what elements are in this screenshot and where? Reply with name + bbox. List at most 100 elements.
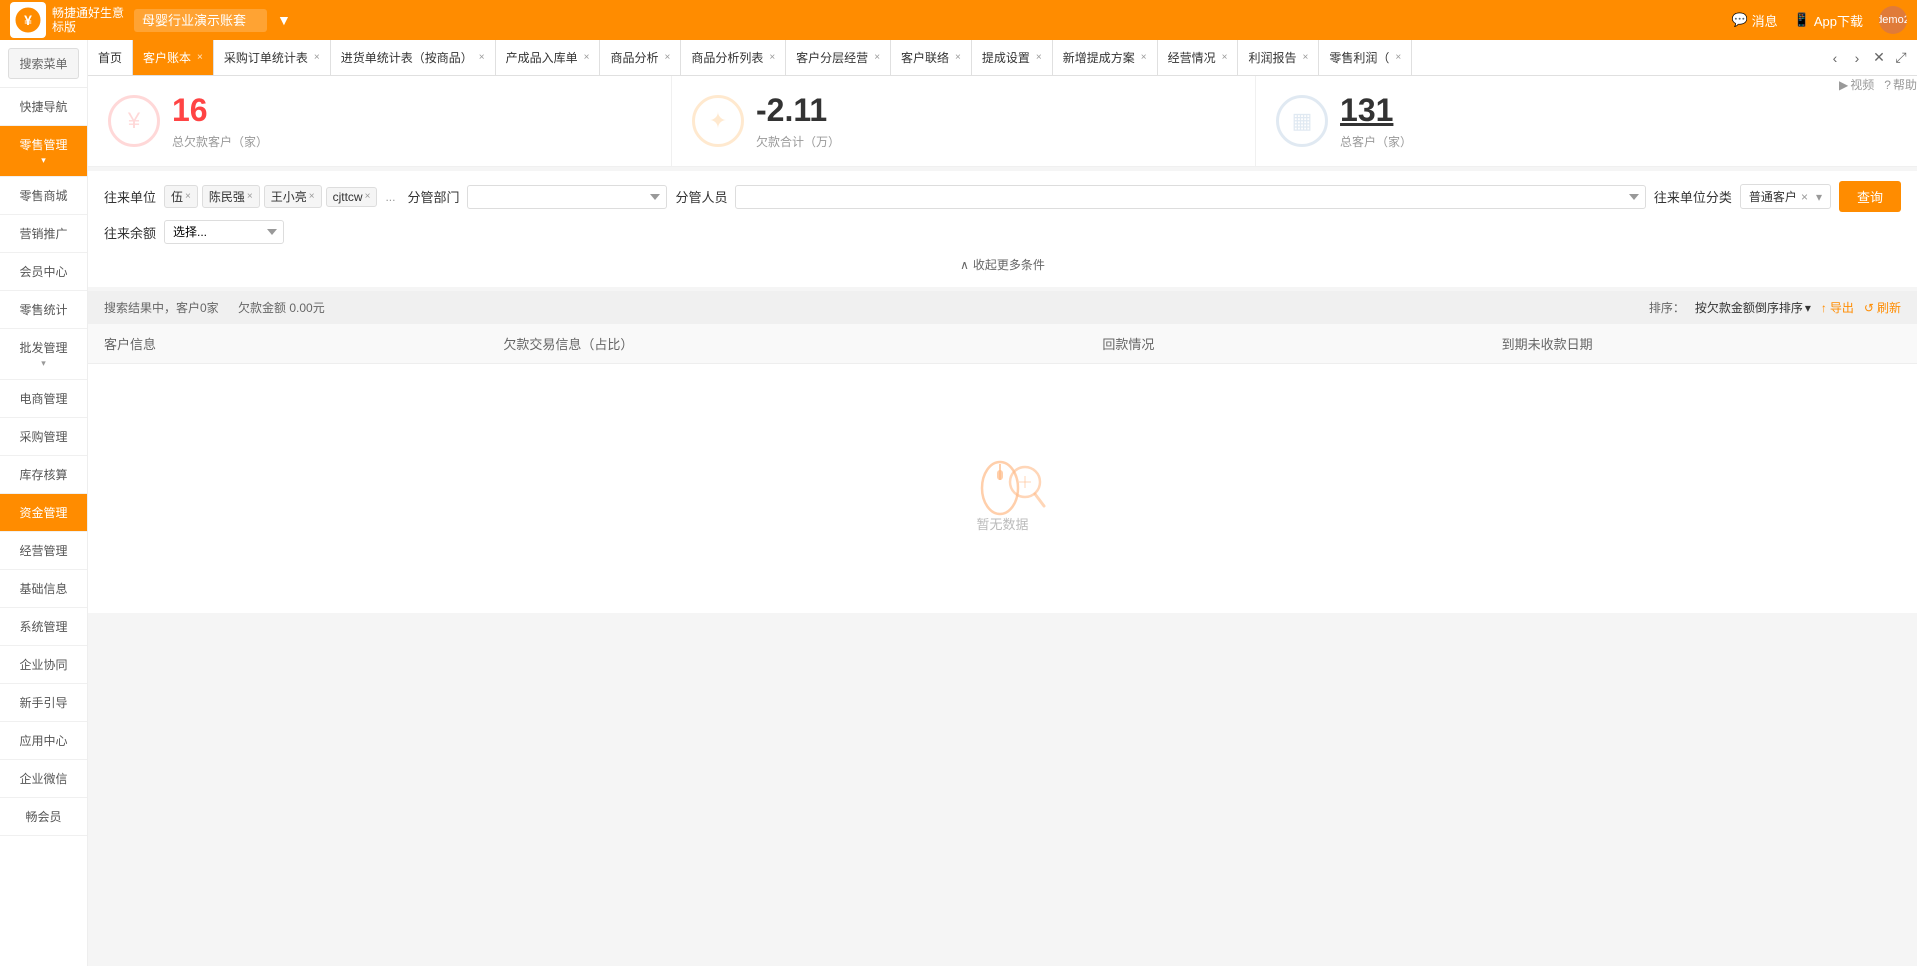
basic-label: 基础信息 (19, 580, 67, 597)
tab-goods-analysis[interactable]: 商品分析 × (600, 40, 681, 76)
sidebar-item-marketing[interactable]: 营销推广 (0, 215, 87, 253)
sidebar-item-ops[interactable]: 经营管理 (0, 532, 87, 570)
tab-raise-plan[interactable]: 新增提成方案 × (1053, 40, 1158, 76)
sidebar-item-wholesale[interactable]: 批发管理 ▾ (0, 329, 87, 380)
sidebar-item-enterprise[interactable]: 企业协同 (0, 646, 87, 684)
tab-customer-book[interactable]: 客户账本 × (133, 40, 214, 76)
collapse-btn[interactable]: ∧ 收起更多条件 (960, 256, 1045, 273)
refresh-btn[interactable]: ↺ 刷新 (1864, 299, 1901, 316)
tab-purchase-order[interactable]: 采购订单统计表 × (214, 40, 331, 76)
tab-close-goods-analysis-list[interactable]: × (769, 52, 775, 63)
tab-close-retail-profit[interactable]: × (1395, 52, 1401, 63)
tab-close-goods-analysis[interactable]: × (664, 52, 670, 63)
stat-label-customers: 总欠款客户（家） (172, 133, 651, 150)
tab-close-raise-settings[interactable]: × (1036, 52, 1042, 63)
sidebar-item-retail[interactable]: 零售管理 ▾ (0, 126, 87, 177)
tab-inbound-stat[interactable]: 进货单统计表（按商品） × (331, 40, 496, 76)
app-download-btn[interactable]: 📱 App下载 (1794, 11, 1863, 30)
sidebar-item-vip[interactable]: 畅会员 (0, 798, 87, 836)
unit-filter-label: 往来单位 (104, 187, 156, 206)
table-header: 客户信息 欠款交易信息（占比） 回款情况 到期未收款日期 (88, 324, 1917, 364)
tab-expand-btn[interactable]: ⤢ (1891, 48, 1911, 68)
sort-select[interactable]: 按欠款金额倒序排序 ▾ (1695, 299, 1811, 316)
tab-profit-report[interactable]: 利润报告 × (1238, 40, 1319, 76)
stat-info-customers: 16 总欠款客户（家） (172, 92, 651, 150)
sidebar-item-ecom[interactable]: 电商管理 (0, 380, 87, 418)
search-menu-btn[interactable]: 搜索菜单 (8, 48, 79, 79)
user-avatar[interactable]: demo2 (1879, 6, 1907, 34)
sidebar-item-member[interactable]: 会员中心 (0, 253, 87, 291)
sidebar-item-wechat[interactable]: 企业微信 (0, 760, 87, 798)
collapse-label: 收起更多条件 (973, 256, 1045, 273)
export-btn[interactable]: ↑ 导出 (1821, 299, 1854, 316)
tab-goods-analysis-list[interactable]: 商品分析列表 × (681, 40, 786, 76)
video-icon: ▶ (1839, 78, 1848, 92)
person-select[interactable] (735, 185, 1645, 209)
message-icon: 💬 (1731, 12, 1747, 28)
account-selector[interactable]: 母婴行业演示账套 (134, 9, 267, 32)
tab-close-inbound-stat[interactable]: × (479, 52, 485, 63)
data-table: 客户信息 欠款交易信息（占比） 回款情况 到期未收款日期 (88, 324, 1917, 613)
guide-label: 新手引导 (19, 694, 67, 711)
logo-icon: ¥ (10, 2, 46, 38)
tab-close-cost-inbound[interactable]: × (584, 52, 590, 63)
tab-home[interactable]: 首页 (88, 40, 133, 76)
unit-class-tag-close[interactable]: × (1801, 190, 1808, 204)
stats-row: ¥ 16 总欠款客户（家） ✦ -2.11 欠款合计（万） (88, 76, 1917, 167)
filter-tag-wang-close[interactable]: × (309, 191, 315, 202)
filter-tag-chen-close[interactable]: × (247, 191, 253, 202)
filter-tag-wu-text: 伍 (171, 188, 183, 205)
tab-close-biz-status[interactable]: × (1222, 52, 1228, 63)
export-label: 导出 (1830, 299, 1854, 316)
sidebar-item-inventory[interactable]: 库存核算 (0, 456, 87, 494)
tab-cost-inbound[interactable]: 产成品入库单 × (496, 40, 601, 76)
empty-illustration (968, 444, 1038, 514)
tab-customer-segment[interactable]: 客户分层经营 × (786, 40, 891, 76)
tab-scroll-right-btn[interactable]: › (1847, 48, 1867, 68)
video-help-btn[interactable]: ▶ 视频 (1839, 76, 1874, 93)
person-select-wrapper (735, 185, 1645, 209)
tab-retail-profit[interactable]: 零售利润（ × (1319, 40, 1412, 76)
dept-select-wrapper (467, 185, 667, 209)
sidebar-item-retail-shop[interactable]: 零售商城 (0, 177, 87, 215)
finance-label: 资金管理 (19, 504, 67, 521)
tab-customer-contact[interactable]: 客户联络 × (891, 40, 972, 76)
stat-info-amount: -2.11 欠款合计（万） (756, 92, 1235, 150)
unit-class-dropdown-icon[interactable]: ▾ (1816, 190, 1822, 204)
raise-plan-tab-label: 新增提成方案 (1063, 49, 1135, 66)
purchase-label: 采购管理 (19, 428, 67, 445)
filter-more-btn[interactable]: ... (381, 188, 399, 206)
help-label: 帮助 (1893, 76, 1917, 93)
tab-close-profit-report[interactable]: × (1302, 52, 1308, 63)
sidebar-item-quick-nav[interactable]: 快捷导航 (0, 88, 87, 126)
tab-scroll-left-btn[interactable]: ‹ (1825, 48, 1845, 68)
tab-raise-settings[interactable]: 提成设置 × (972, 40, 1053, 76)
balance-select[interactable]: 选择... (164, 220, 284, 244)
help-btn[interactable]: ? 帮助 (1884, 76, 1917, 93)
stat-icon-customers: ¥ (108, 95, 160, 147)
sidebar-item-guide[interactable]: 新手引导 (0, 684, 87, 722)
table-header-col1: 客户信息 (104, 334, 503, 353)
sidebar-item-basic[interactable]: 基础信息 (0, 570, 87, 608)
tab-close-all-btn[interactable]: ✕ (1869, 48, 1889, 68)
dept-select[interactable] (467, 185, 667, 209)
sidebar-item-system[interactable]: 系统管理 (0, 608, 87, 646)
sidebar-search-area: 搜索菜单 (0, 40, 87, 88)
sidebar-item-retail-stat[interactable]: 零售统计 (0, 291, 87, 329)
tab-close-customer-segment[interactable]: × (874, 52, 880, 63)
retail-stat-label: 零售统计 (19, 301, 67, 318)
filter-tag-wu-close[interactable]: × (185, 191, 191, 202)
tab-close-customer-book[interactable]: × (197, 52, 203, 63)
sidebar-item-purchase[interactable]: 采购管理 (0, 418, 87, 456)
tab-close-customer-contact[interactable]: × (955, 52, 961, 63)
content-area: 首页 客户账本 × 采购订单统计表 × 进货单统计表（按商品） × 产成品入库单… (88, 40, 1917, 966)
tab-close-purchase-order[interactable]: × (314, 52, 320, 63)
search-query-btn[interactable]: 查询 (1839, 181, 1901, 212)
tab-close-raise-plan[interactable]: × (1141, 52, 1147, 63)
tab-biz-status[interactable]: 经营情况 × (1158, 40, 1239, 76)
sidebar-item-app-center[interactable]: 应用中心 (0, 722, 87, 760)
sidebar-item-finance[interactable]: 资金管理 (0, 494, 87, 532)
messages-btn[interactable]: 💬 消息 (1731, 11, 1777, 30)
filter-tag-chen: 陈民强 × (202, 185, 260, 208)
filter-tag-cjttcw-close[interactable]: × (365, 191, 371, 202)
